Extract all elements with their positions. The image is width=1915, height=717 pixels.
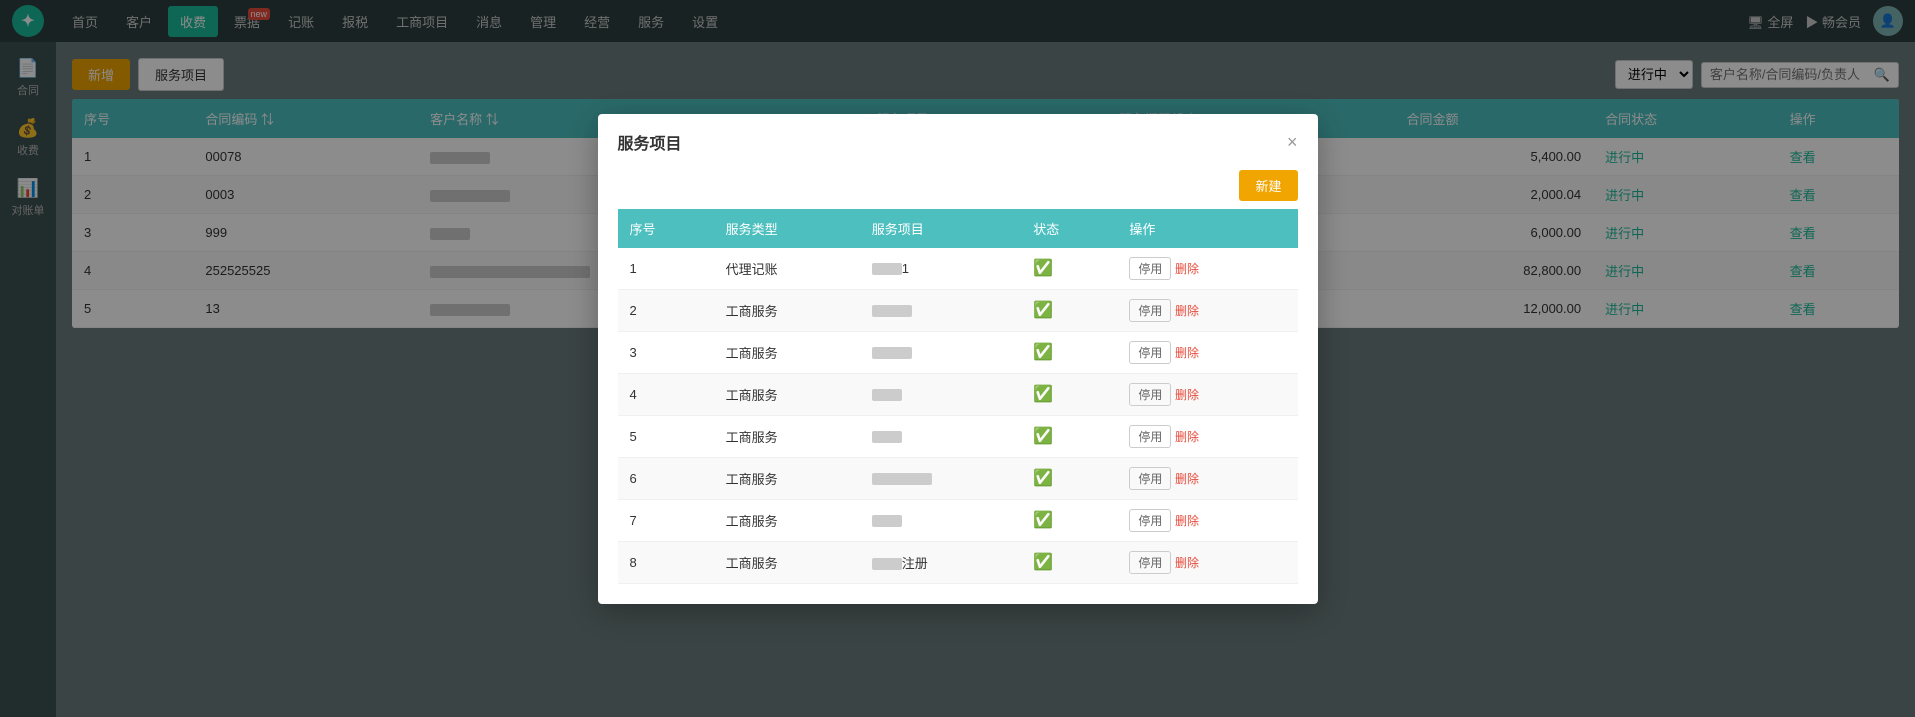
status-check-icon: ✅ <box>1033 470 1053 487</box>
modal-table-row: 3 工商服务 ✅ 停用 删除 <box>618 331 1298 373</box>
modal-cell-type: 工商服务 <box>714 373 860 415</box>
delete-button[interactable]: 删除 <box>1175 344 1199 361</box>
modal-cell-status: ✅ <box>1021 541 1117 583</box>
modal-th-status: 状态 <box>1021 209 1117 248</box>
delete-button[interactable]: 删除 <box>1175 554 1199 571</box>
stop-button[interactable]: 停用 <box>1129 425 1171 448</box>
stop-button[interactable]: 停用 <box>1129 257 1171 280</box>
modal-cell-type: 工商服务 <box>714 541 860 583</box>
modal-cell-status: ✅ <box>1021 289 1117 331</box>
status-check-icon: ✅ <box>1033 260 1053 277</box>
modal-cell-item: 1 <box>860 248 1021 290</box>
stop-button[interactable]: 停用 <box>1129 341 1171 364</box>
stop-button[interactable]: 停用 <box>1129 383 1171 406</box>
delete-button[interactable]: 删除 <box>1175 470 1199 487</box>
stop-button[interactable]: 停用 <box>1129 299 1171 322</box>
modal-cell-action[interactable]: 停用 删除 <box>1117 289 1297 331</box>
modal-table-row: 6 工商服务 ✅ 停用 删除 <box>618 457 1298 499</box>
delete-button[interactable]: 删除 <box>1175 428 1199 445</box>
stop-button[interactable]: 停用 <box>1129 467 1171 490</box>
modal-cell-seq: 8 <box>618 541 714 583</box>
modal-cell-item <box>860 457 1021 499</box>
modal-cell-action[interactable]: 停用 删除 <box>1117 541 1297 583</box>
stop-button[interactable]: 停用 <box>1129 551 1171 574</box>
modal-table-row: 8 工商服务 注册 ✅ 停用 删除 <box>618 541 1298 583</box>
status-check-icon: ✅ <box>1033 302 1053 319</box>
modal-cell-type: 工商服务 <box>714 289 860 331</box>
service-modal: 服务项目 × 新建 序号 服务类型 服务项目 状态 操作 1 <box>598 114 1318 604</box>
modal-cell-type: 工商服务 <box>714 415 860 457</box>
modal-cell-seq: 2 <box>618 289 714 331</box>
modal-cell-item <box>860 331 1021 373</box>
modal-cell-item <box>860 373 1021 415</box>
modal-cell-type: 代理记账 <box>714 248 860 290</box>
modal-cell-status: ✅ <box>1021 457 1117 499</box>
modal-cell-action[interactable]: 停用 删除 <box>1117 457 1297 499</box>
status-check-icon: ✅ <box>1033 386 1053 403</box>
delete-button[interactable]: 删除 <box>1175 512 1199 529</box>
modal-cell-status: ✅ <box>1021 415 1117 457</box>
stop-button[interactable]: 停用 <box>1129 509 1171 532</box>
modal-th-type: 服务类型 <box>714 209 860 248</box>
modal-cell-type: 工商服务 <box>714 457 860 499</box>
modal-cell-seq: 7 <box>618 499 714 541</box>
modal-cell-status: ✅ <box>1021 373 1117 415</box>
modal-cell-seq: 1 <box>618 248 714 290</box>
modal-cell-status: ✅ <box>1021 248 1117 290</box>
delete-button[interactable]: 删除 <box>1175 260 1199 277</box>
modal-cell-item <box>860 415 1021 457</box>
modal-cell-item: 注册 <box>860 541 1021 583</box>
modal-cell-seq: 5 <box>618 415 714 457</box>
status-check-icon: ✅ <box>1033 344 1053 361</box>
delete-button[interactable]: 删除 <box>1175 302 1199 319</box>
modal-new-button[interactable]: 新建 <box>1239 170 1297 201</box>
modal-table-row: 2 工商服务 ✅ 停用 删除 <box>618 289 1298 331</box>
modal-cell-seq: 3 <box>618 331 714 373</box>
modal-cell-seq: 6 <box>618 457 714 499</box>
status-check-icon: ✅ <box>1033 512 1053 529</box>
modal-cell-type: 工商服务 <box>714 331 860 373</box>
modal-table-row: 5 工商服务 ✅ 停用 删除 <box>618 415 1298 457</box>
modal-cell-status: ✅ <box>1021 331 1117 373</box>
status-check-icon: ✅ <box>1033 428 1053 445</box>
modal-cell-action[interactable]: 停用 删除 <box>1117 248 1297 290</box>
modal-cell-item <box>860 499 1021 541</box>
modal-table-row: 4 工商服务 ✅ 停用 删除 <box>618 373 1298 415</box>
modal-cell-action[interactable]: 停用 删除 <box>1117 373 1297 415</box>
modal-cell-type: 工商服务 <box>714 499 860 541</box>
modal-table-row: 1 代理记账 1 ✅ 停用 删除 <box>618 248 1298 290</box>
delete-button[interactable]: 删除 <box>1175 386 1199 403</box>
modal-overlay[interactable]: 服务项目 × 新建 序号 服务类型 服务项目 状态 操作 1 <box>0 0 1915 717</box>
modal-cell-action[interactable]: 停用 删除 <box>1117 499 1297 541</box>
modal-th-item: 服务项目 <box>860 209 1021 248</box>
modal-title: 服务项目 <box>618 130 682 154</box>
modal-th-seq: 序号 <box>618 209 714 248</box>
status-check-icon: ✅ <box>1033 554 1053 571</box>
modal-cell-seq: 4 <box>618 373 714 415</box>
modal-table-row: 7 工商服务 ✅ 停用 删除 <box>618 499 1298 541</box>
modal-header: 服务项目 × <box>598 114 1318 162</box>
modal-th-action: 操作 <box>1117 209 1297 248</box>
modal-cell-action[interactable]: 停用 删除 <box>1117 331 1297 373</box>
modal-toolbar: 新建 <box>598 162 1318 209</box>
modal-body: 序号 服务类型 服务项目 状态 操作 1 代理记账 1 ✅ 停用 删除 2 工商… <box>598 209 1318 604</box>
modal-cell-status: ✅ <box>1021 499 1117 541</box>
modal-close-button[interactable]: × <box>1287 133 1298 151</box>
modal-service-table: 序号 服务类型 服务项目 状态 操作 1 代理记账 1 ✅ 停用 删除 2 工商… <box>618 209 1298 584</box>
modal-cell-item <box>860 289 1021 331</box>
modal-cell-action[interactable]: 停用 删除 <box>1117 415 1297 457</box>
